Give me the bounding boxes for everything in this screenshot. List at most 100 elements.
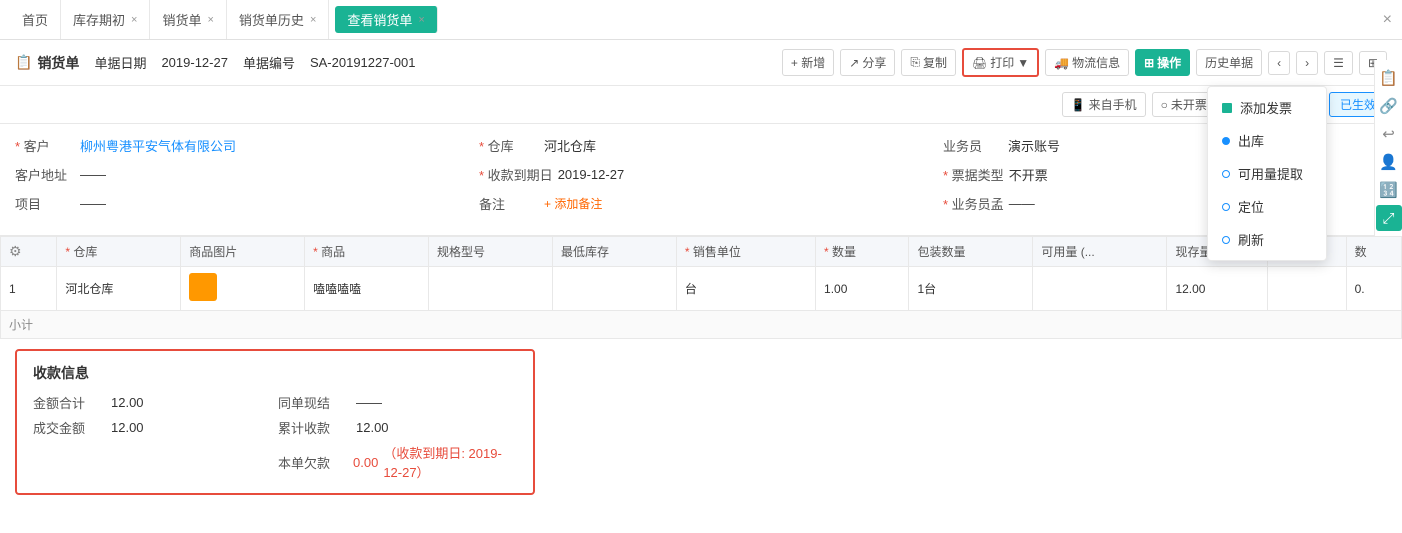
tab-sales-history[interactable]: 销货单历史 ×: [227, 0, 329, 39]
row-pack-qty: 1台: [909, 267, 1033, 311]
same-order-value: ——: [356, 395, 382, 410]
project-label: 项目: [15, 194, 75, 213]
subtotal-label: 小计: [1, 311, 1402, 339]
history-button[interactable]: 历史单据: [1196, 49, 1262, 76]
tab-sales-history-close[interactable]: ×: [310, 14, 316, 26]
operations-button[interactable]: ⊞ 操作: [1135, 49, 1190, 76]
print-dropdown-arrow: ▼: [1017, 56, 1029, 70]
payment-section: 收款信息 金额合计 12.00 同单现结 —— 成交金额 12.00 累计收款 …: [15, 349, 535, 495]
share-button[interactable]: ↗ 分享: [840, 49, 895, 76]
sub-toolbar: 📱 来自手机 ○ 未开票 ✓ 已核销 已生效: [0, 86, 1402, 124]
customer-value[interactable]: 柳州粤港平安气体有限公司: [80, 136, 236, 155]
payment-same-order-row: 同单现结 ——: [278, 393, 517, 412]
panel-icon-4[interactable]: 👤: [1376, 149, 1402, 175]
tab-bar: 首页 库存期初 × 销货单 × 销货单历史 × 查看销货单 × ×: [0, 0, 1402, 40]
tab-check-sales-close[interactable]: ×: [418, 14, 424, 26]
date-value: 2019-12-27: [161, 55, 228, 70]
from-phone-button[interactable]: 📱 来自手机: [1062, 92, 1146, 117]
doc-icon: 📋: [15, 54, 32, 71]
col-warehouse: 仓库: [57, 237, 181, 267]
dropdown-add-invoice[interactable]: 添加发票: [1208, 91, 1326, 124]
total-amount-value: 12.00: [111, 395, 144, 410]
sales-staff-value: ——: [1009, 196, 1035, 211]
panel-icon-1[interactable]: 📋: [1376, 65, 1402, 91]
col-unit: 销售单位: [676, 237, 815, 267]
payment-grid: 金额合计 12.00 同单现结 —— 成交金额 12.00 累计收款 12.00…: [33, 393, 517, 481]
print-button[interactable]: 🖨 打印 ▼: [962, 48, 1039, 77]
col-extra: 数: [1346, 237, 1401, 267]
logistics-button[interactable]: 🚚 物流信息: [1045, 49, 1129, 76]
print-icon: 🖨: [972, 56, 987, 70]
due-date-note: （收款到期日: 2019-12-27）: [383, 443, 517, 481]
copy-icon: ⎘: [910, 55, 920, 70]
list-view-icon: ☰: [1333, 56, 1344, 70]
ticket-type-value: 不开票: [1009, 165, 1048, 184]
sales-staff-label: 业务员孟: [943, 194, 1004, 213]
doc-meta: 单据日期 2019-12-27 单据编号 SA-20191227-001: [94, 53, 415, 72]
note-field: 备注 添加备注: [479, 194, 923, 213]
row-available: [1033, 267, 1167, 311]
toolbar-right: + 新增 ↗ 分享 ⎘ 复制 🖨 打印 ▼ 🚚 物流信息: [782, 48, 1387, 77]
subtotal-row: 小计: [1, 311, 1402, 339]
share-icon: ↗: [849, 56, 859, 70]
row-image: [181, 267, 305, 311]
panel-icon-2[interactable]: 🔗: [1376, 93, 1402, 119]
row-spec: [429, 267, 553, 311]
new-button[interactable]: + 新增: [782, 49, 834, 76]
dropdown-refresh[interactable]: 刷新: [1208, 223, 1326, 256]
nav-prev-button[interactable]: ‹: [1268, 51, 1290, 75]
col-product: 商品: [305, 237, 429, 267]
row-price: [1268, 267, 1346, 311]
number-value: SA-20191227-001: [310, 55, 416, 70]
tab-inventory-init-close[interactable]: ×: [131, 14, 137, 26]
panel-icon-3[interactable]: ↩: [1376, 121, 1402, 147]
address-value: ——: [80, 167, 106, 182]
doc-header: 📋 销货单 单据日期 2019-12-27 单据编号 SA-20191227-0…: [0, 40, 1402, 86]
due-date-field: 收款到期日 2019-12-27: [479, 165, 923, 184]
accumulated-value: 12.00: [356, 420, 389, 435]
tab-bar-close[interactable]: ×: [1383, 11, 1392, 29]
dropdown-available-qty[interactable]: 可用量提取: [1208, 157, 1326, 190]
panel-icon-5[interactable]: 🔢: [1376, 177, 1402, 203]
current-due-value: 0.00: [353, 455, 378, 470]
col-available: 可用量 (...: [1033, 237, 1167, 267]
col-spec: 规格型号: [429, 237, 553, 267]
sales-table: ⚙ 仓库 商品图片 商品 规格型号 最低库存 销售单位 数量 包装数量 可用量 …: [0, 236, 1402, 339]
col-settings[interactable]: ⚙: [1, 237, 57, 267]
panel-icon-expand[interactable]: ⤢: [1376, 205, 1402, 231]
due-date-label: 收款到期日: [479, 165, 553, 184]
phone-icon: 📱: [1071, 98, 1086, 112]
tab-check-sales[interactable]: 查看销货单 ×: [335, 6, 437, 33]
form-row-3: 项目 —— 备注 添加备注 业务员孟 ——: [15, 194, 1387, 213]
tab-inventory-init[interactable]: 库存期初 ×: [61, 0, 150, 39]
dropdown-outbound[interactable]: 出库: [1208, 124, 1326, 157]
truck-icon: 🚚: [1054, 56, 1069, 70]
staff-value: 演示账号: [1008, 136, 1060, 155]
due-date-value: 2019-12-27: [558, 167, 625, 182]
doc-title: 销货单: [37, 53, 79, 73]
grid-icon: ⊞: [1144, 56, 1154, 70]
warehouse-label: 仓库: [479, 136, 539, 155]
right-panel: 📋 🔗 ↩ 👤 🔢 ⤢: [1374, 60, 1402, 236]
project-value: ——: [80, 196, 106, 211]
add-note-button[interactable]: 添加备注: [544, 195, 602, 212]
list-view-button[interactable]: ☰: [1324, 51, 1353, 75]
col-pack-qty: 包装数量: [909, 237, 1033, 267]
payment-due-row: 本单欠款 0.00 （收款到期日: 2019-12-27）: [278, 443, 517, 481]
tab-home[interactable]: 首页: [10, 0, 61, 39]
nav-next-button[interactable]: ›: [1296, 51, 1318, 75]
tab-sales-order[interactable]: 销货单 ×: [150, 0, 226, 39]
customer-field: 客户 柳州粤港平安气体有限公司: [15, 136, 459, 155]
settings-icon: ⚙: [9, 243, 22, 259]
dropdown-locate[interactable]: 定位: [1208, 190, 1326, 223]
tab-sales-order-close[interactable]: ×: [207, 14, 213, 26]
note-label: 备注: [479, 194, 539, 213]
payment-transaction-row: 成交金额 12.00: [33, 418, 272, 437]
copy-button[interactable]: ⎘ 复制: [901, 49, 956, 76]
table-row: 1 河北仓库 嗑嗑嗑嗑 台 1.00 1台 12.00: [1, 267, 1402, 311]
col-image: 商品图片: [181, 237, 305, 267]
ticket-type-label: 票据类型: [943, 165, 1004, 184]
row-min-stock: [552, 267, 676, 311]
table-header-row: ⚙ 仓库 商品图片 商品 规格型号 最低库存 销售单位 数量 包装数量 可用量 …: [1, 237, 1402, 267]
transaction-value: 12.00: [111, 420, 144, 435]
